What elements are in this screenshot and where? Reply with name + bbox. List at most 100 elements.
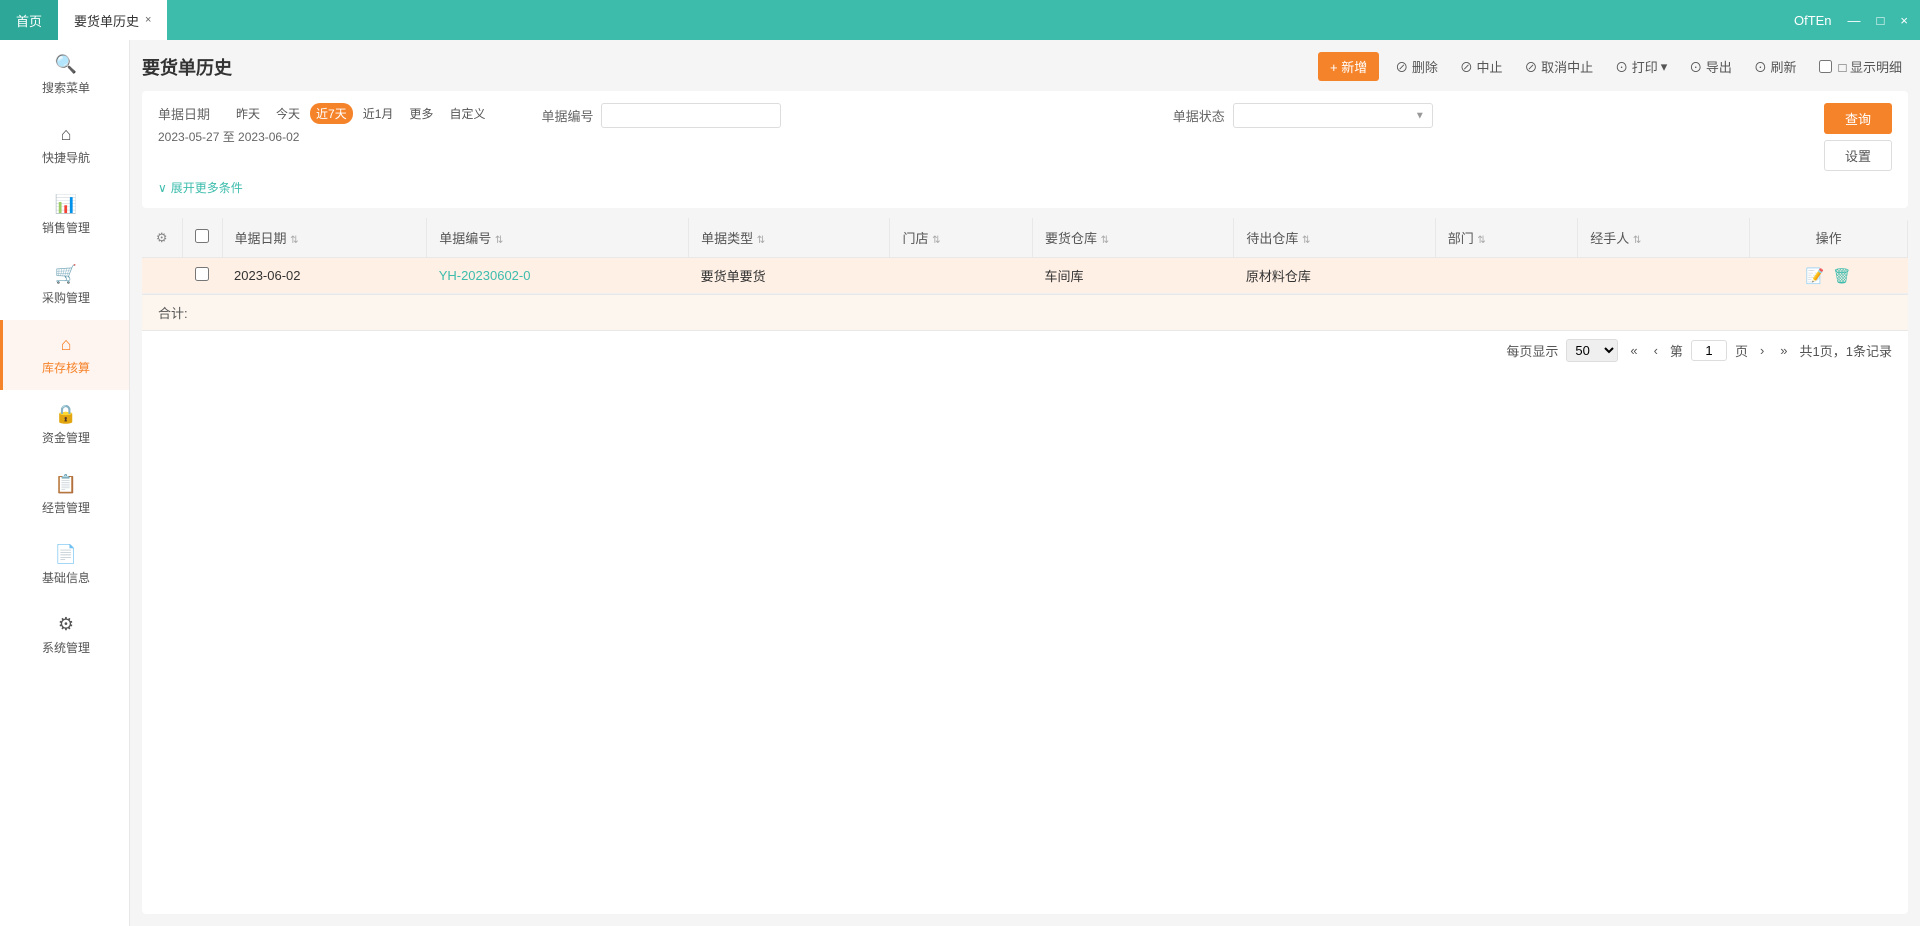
tab-bar: 首页 要货单历史 × (0, 0, 167, 40)
last-page-btn[interactable]: » (1776, 341, 1791, 360)
delete-button[interactable]: ⊘ 删除 (1389, 53, 1444, 80)
page-label-after: 页 (1735, 341, 1748, 360)
finance-icon: 🔒 (55, 404, 77, 425)
sidebar-item-finance[interactable]: 🔒 资金管理 (0, 390, 129, 460)
cancel-stop-button[interactable]: ⊘ 取消中止 (1519, 53, 1600, 80)
sort-pending-icon[interactable]: ⇅ (1302, 235, 1310, 246)
page-input[interactable] (1691, 340, 1727, 361)
refresh-button[interactable]: ⊙ 刷新 (1748, 53, 1803, 80)
sidebar-label-search-menu: 搜索菜单 (42, 79, 90, 96)
date-yesterday[interactable]: 昨天 (230, 103, 266, 124)
date-7days[interactable]: 近7天 (310, 103, 353, 124)
show-detail-button[interactable]: □ 显示明细 (1813, 53, 1908, 80)
sales-icon: 📊 (55, 194, 77, 215)
sidebar-item-system[interactable]: ⚙ 系统管理 (0, 600, 129, 670)
col-handler: 经手人 ⇅ (1578, 218, 1750, 258)
filter-docno-group: 单据编号 (541, 103, 781, 128)
top-bar: 首页 要货单历史 × OfTEn — □ × (0, 0, 1920, 40)
close-tab-icon[interactable]: × (145, 14, 151, 26)
col-settings[interactable]: ⚙ (142, 218, 182, 258)
maximize-btn[interactable]: □ (1877, 13, 1885, 28)
row-delete-icon[interactable]: 🗑 (1832, 267, 1851, 285)
export-button[interactable]: ⊙ 导出 (1683, 53, 1738, 80)
sidebar-item-purchase[interactable]: 🛒 采购管理 (0, 250, 129, 320)
date-custom[interactable]: 自定义 (443, 103, 491, 124)
query-button[interactable]: 查询 (1824, 103, 1892, 134)
col-date: 单据日期 ⇅ (222, 218, 427, 258)
sidebar-label-inventory: 库存核算 (42, 359, 90, 376)
status-select[interactable] (1233, 103, 1433, 128)
print-button[interactable]: ⊙ 打印 ▾ (1609, 53, 1673, 80)
date-today[interactable]: 今天 (270, 103, 306, 124)
sort-store-icon[interactable]: ⇅ (932, 235, 940, 246)
sort-handler-icon[interactable]: ⇅ (1633, 235, 1641, 246)
col-department: 部门 ⇅ (1435, 218, 1578, 258)
col-docno-label: 单据编号 (439, 231, 491, 246)
table-settings-icon[interactable]: ⚙ (156, 230, 168, 245)
prev-page-btn[interactable]: ‹ (1650, 341, 1662, 360)
print-arrow-icon: ▾ (1661, 59, 1668, 75)
docno-link[interactable]: YH-20230602-0 (439, 268, 531, 283)
total-info: 共1页，1条记录 (1800, 341, 1892, 360)
row-store (890, 258, 1033, 294)
page-label-before: 第 (1670, 341, 1683, 360)
tab-active[interactable]: 要货单历史 × (58, 0, 167, 40)
date-1month[interactable]: 近1月 (357, 103, 400, 124)
sidebar-label-operation: 经营管理 (42, 499, 90, 516)
operation-icon: 📋 (55, 474, 77, 495)
date-more[interactable]: 更多 (403, 103, 439, 124)
filter-date-group: 单据日期 昨天 今天 近7天 近1月 更多 自定义 2023-05-27 至 2… (158, 103, 491, 145)
minimize-btn[interactable]: — (1848, 13, 1861, 28)
sidebar-item-base-info[interactable]: 📄 基础信息 (0, 530, 129, 600)
purchase-icon: 🛒 (55, 264, 77, 285)
filter-status-group: 单据状态 (1173, 103, 1433, 128)
sidebar-item-operation[interactable]: 📋 经营管理 (0, 460, 129, 530)
search-menu-icon: 🔍 (55, 54, 77, 75)
col-warehouse: 要货仓库 ⇅ (1032, 218, 1233, 258)
sidebar-item-quick-nav[interactable]: ⌂ 快捷导航 (0, 110, 129, 180)
row-checkbox-cell (182, 258, 222, 294)
col-warehouse-label: 要货仓库 (1045, 231, 1097, 246)
sort-doctype-icon[interactable]: ⇅ (757, 235, 765, 246)
select-all-checkbox[interactable] (195, 229, 209, 243)
col-docno: 单据编号 ⇅ (427, 218, 689, 258)
next-page-btn[interactable]: › (1756, 341, 1768, 360)
row-edit-icon[interactable]: 📝 (1806, 267, 1825, 285)
tab-home[interactable]: 首页 (0, 0, 58, 40)
page-header: 要货单历史 + 新增 ⊘ 删除 ⊘ 中止 ⊘ 取消中止 ⊙ 打印 ▾ ⊙ 导出 … (142, 52, 1908, 81)
system-icon: ⚙ (58, 614, 74, 635)
col-pending-label: 待出仓库 (1246, 231, 1298, 246)
sort-dept-icon[interactable]: ⇅ (1477, 235, 1485, 246)
status-select-wrapper (1233, 103, 1433, 128)
stop-button[interactable]: ⊘ 中止 (1454, 53, 1509, 80)
filter-area: 单据日期 昨天 今天 近7天 近1月 更多 自定义 2023-05-27 至 2… (142, 91, 1908, 208)
first-page-btn[interactable]: « (1626, 341, 1641, 360)
sidebar-item-inventory[interactable]: ⌂ 库存核算 (0, 320, 129, 390)
data-table: ⚙ 单据日期 ⇅ 单据编号 ⇅ (142, 218, 1908, 294)
col-date-label: 单据日期 (235, 231, 287, 246)
row-department (1435, 258, 1578, 294)
per-page-select[interactable]: 50 10 20 100 (1566, 339, 1618, 362)
show-detail-checkbox[interactable] (1819, 60, 1832, 73)
sort-date-icon[interactable]: ⇅ (290, 235, 298, 246)
col-op-label: 操作 (1816, 231, 1842, 246)
often-label: OfTEn (1794, 13, 1832, 28)
col-checkbox (182, 218, 222, 258)
expand-more-btn[interactable]: ∨ 展开更多条件 (158, 179, 1892, 196)
sidebar-label-finance: 资金管理 (42, 429, 90, 446)
col-operation: 操作 (1750, 218, 1908, 258)
docno-input[interactable] (601, 103, 781, 128)
col-doctype-label: 单据类型 (701, 231, 753, 246)
setting-button[interactable]: 设置 (1824, 140, 1892, 171)
col-store-label: 门店 (902, 231, 928, 246)
sidebar-item-sales[interactable]: 📊 销售管理 (0, 180, 129, 250)
sort-warehouse-icon[interactable]: ⇅ (1101, 235, 1109, 246)
sidebar-item-search-menu[interactable]: 🔍 搜索菜单 (0, 40, 129, 110)
table-footer: 合计: (142, 294, 1908, 330)
new-button[interactable]: + 新增 (1318, 52, 1379, 81)
row-checkbox[interactable] (195, 267, 209, 281)
sort-docno-icon[interactable]: ⇅ (495, 235, 503, 246)
window-close-btn[interactable]: × (1900, 13, 1908, 28)
expand-arrow-icon: ∨ (158, 181, 167, 195)
status-label: 单据状态 (1173, 106, 1225, 125)
